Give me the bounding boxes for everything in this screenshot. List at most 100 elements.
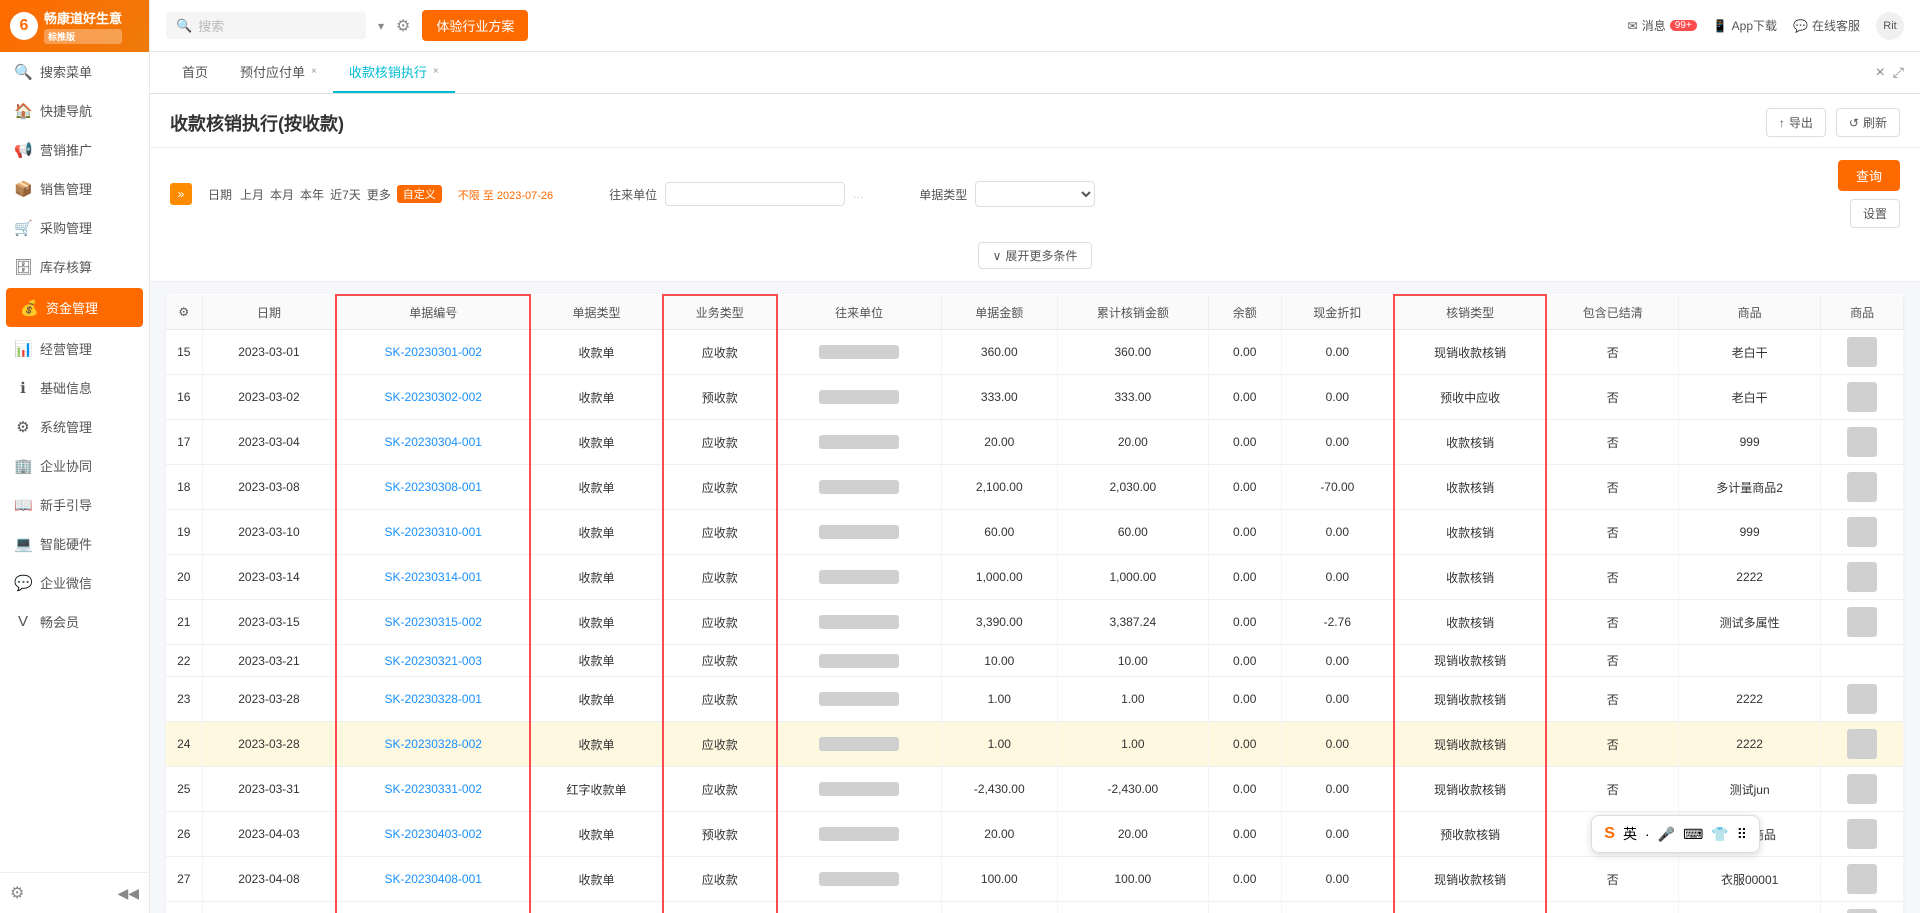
tab-receipts-close[interactable]: × <box>433 66 439 77</box>
cell-bill-no: SK-20230301-002 <box>336 330 530 375</box>
tab-prepay-orders[interactable]: 预付应付单 × <box>224 52 333 93</box>
sidebar-item-member[interactable]: V 畅会员 <box>0 602 149 641</box>
watermark-keyboard-icon[interactable]: ⌨ <box>1683 826 1703 843</box>
bill-no-link[interactable]: SK-20230403-002 <box>385 827 482 841</box>
date-opt-this-year[interactable]: 本年 <box>300 186 324 203</box>
col-gear[interactable]: ⚙ <box>166 295 202 330</box>
watermark-shirt-icon[interactable]: 👕 <box>1711 826 1728 843</box>
cell-cumulative: 100.00 <box>1057 902 1208 913</box>
cell-bill-type: 收款单 <box>530 645 663 677</box>
counterpart-mask <box>819 692 899 706</box>
counterpart-input[interactable] <box>665 182 845 206</box>
watermark-logo: S <box>1604 825 1615 843</box>
bill-no-link[interactable]: SK-20230302-002 <box>385 390 482 404</box>
cell-date: 2023-03-08 <box>202 465 336 510</box>
cell-date: 2023-04-03 <box>202 812 336 857</box>
cell-date: 2023-03-02 <box>202 375 336 420</box>
bill-no-link[interactable]: SK-20230314-001 <box>385 570 482 584</box>
sidebar-collapse-icon[interactable]: ◀◀ <box>117 885 139 902</box>
sidebar-item-finance[interactable]: 💰 资金管理 <box>6 288 143 327</box>
bill-no-link[interactable]: SK-20230301-002 <box>385 345 482 359</box>
bill-no-link[interactable]: SK-20230304-001 <box>385 435 482 449</box>
sidebar-item-operations[interactable]: 📊 经营管理 <box>0 329 149 368</box>
bill-no-link[interactable]: SK-20230310-001 <box>385 525 482 539</box>
window-expand-icon[interactable]: ⤢ <box>1893 64 1904 81</box>
bill-no-link[interactable]: SK-20230328-001 <box>385 692 482 706</box>
sidebar-item-purchase[interactable]: 🛒 采购管理 <box>0 208 149 247</box>
sidebar-label-quick-nav: 快捷导航 <box>40 101 92 120</box>
counterpart-mask <box>819 737 899 751</box>
expand-label: 展开更多条件 <box>1005 247 1077 264</box>
window-close-icon[interactable]: × <box>1875 64 1884 82</box>
sidebar-item-quick-nav[interactable]: 🏠 快捷导航 <box>0 91 149 130</box>
sidebar-item-sales[interactable]: 📦 销售管理 <box>0 169 149 208</box>
bill-no-link[interactable]: SK-20230308-001 <box>385 480 482 494</box>
cell-bill-no: SK-20230304-001 <box>336 420 530 465</box>
sidebar-settings-icon[interactable]: ⚙ <box>10 883 24 903</box>
bill-no-link[interactable]: SK-20230321-003 <box>385 654 482 668</box>
expand-icon: ∨ <box>993 249 1002 263</box>
watermark-mic-icon[interactable]: 🎤 <box>1658 826 1675 843</box>
online-service-button[interactable]: 💬 在线客服 <box>1793 17 1860 34</box>
sidebar-item-basic-info[interactable]: ℹ 基础信息 <box>0 368 149 407</box>
date-opt-7days[interactable]: 近7天 <box>330 186 361 203</box>
bill-no-link[interactable]: SK-20230408-001 <box>385 872 482 886</box>
industry-plan-button[interactable]: 体验行业方案 <box>422 10 528 41</box>
export-button[interactable]: ↑ 导出 <box>1766 108 1826 137</box>
sidebar-label-sales: 销售管理 <box>40 179 92 198</box>
cell-no: 16 <box>166 375 202 420</box>
dropdown-arrow[interactable]: ▾ <box>378 19 384 33</box>
topbar-settings-icon[interactable]: ⚙ <box>396 16 410 36</box>
bill-no-link[interactable]: SK-20230315-002 <box>385 615 482 629</box>
message-button[interactable]: ✉ 消息 99+ <box>1628 17 1697 34</box>
cell-balance: 0.00 <box>1208 510 1281 555</box>
bill-type-select[interactable] <box>975 181 1095 207</box>
watermark-grid-icon[interactable]: ⠿ <box>1737 826 1747 843</box>
sidebar-label-guide: 新手引导 <box>40 495 92 514</box>
sidebar-item-system[interactable]: ⚙ 系统管理 <box>0 407 149 446</box>
cell-product2 <box>1821 465 1904 510</box>
tab-home[interactable]: 首页 <box>166 52 224 93</box>
app-download-button[interactable]: 📱 App下载 <box>1713 17 1777 34</box>
topbar-search-box[interactable]: 🔍 搜索 <box>166 12 366 39</box>
search-placeholder: 搜索 <box>198 16 224 35</box>
sidebar-item-inventory[interactable]: 🗄 库存核算 <box>0 247 149 286</box>
bill-no-link[interactable]: SK-20230328-002 <box>385 737 482 751</box>
cell-include-cleared: 否 <box>1546 857 1678 902</box>
cell-counterpart <box>777 857 942 902</box>
date-opt-custom[interactable]: 自定义 <box>397 185 442 203</box>
sidebar-item-marketing[interactable]: 📢 营销推广 <box>0 130 149 169</box>
sidebar-item-hardware[interactable]: 💻 智能硬件 <box>0 524 149 563</box>
sidebar-item-enterprise[interactable]: 🏢 企业协同 <box>0 446 149 485</box>
query-button[interactable]: 查询 <box>1838 160 1900 191</box>
product-thumb <box>1847 774 1877 804</box>
user-avatar[interactable]: Rit <box>1876 12 1904 40</box>
cell-biz-type: 应收款 <box>663 420 777 465</box>
refresh-button[interactable]: ↺ 刷新 <box>1836 108 1900 137</box>
sidebar-item-guide[interactable]: 📖 新手引导 <box>0 485 149 524</box>
cell-product2 <box>1821 902 1904 913</box>
bill-no-link[interactable]: SK-20230331-002 <box>385 782 482 796</box>
app-logo: 6 畅康道好生意 标推版 <box>0 0 149 52</box>
cell-no: 21 <box>166 600 202 645</box>
filter-collapse-btn[interactable]: » <box>170 183 192 205</box>
gear-icon[interactable]: ⚙ <box>178 305 189 319</box>
topbar: 🔍 搜索 ▾ ⚙ 体验行业方案 ✉ 消息 99+ 📱 App下载 💬 在线客服 … <box>150 0 1920 52</box>
cell-include-cleared: 否 <box>1546 375 1678 420</box>
cell-no: 23 <box>166 677 202 722</box>
cell-bill-type: 收款单 <box>530 420 663 465</box>
cell-no: 24 <box>166 722 202 767</box>
tab-receipts-label: 收款核销执行 <box>349 62 427 81</box>
sidebar-item-wechat[interactable]: 💬 企业微信 <box>0 563 149 602</box>
sidebar-label-hardware: 智能硬件 <box>40 534 92 553</box>
filter-settings-button[interactable]: 设置 <box>1850 199 1900 228</box>
cell-cash-discount: -2.76 <box>1281 600 1394 645</box>
table-row: 25 2023-03-31 SK-20230331-002 红字收款单 应收款 … <box>166 767 1904 812</box>
date-opt-last-month[interactable]: 上月 <box>240 186 264 203</box>
date-opt-more[interactable]: 更多 <box>367 186 391 203</box>
date-opt-this-month[interactable]: 本月 <box>270 186 294 203</box>
expand-filter-button[interactable]: ∨ 展开更多条件 <box>978 242 1093 269</box>
sidebar-item-search[interactable]: 🔍 搜索菜单 <box>0 52 149 91</box>
tab-prepay-close[interactable]: × <box>311 66 317 77</box>
tab-receipts[interactable]: 收款核销执行 × <box>333 52 455 93</box>
